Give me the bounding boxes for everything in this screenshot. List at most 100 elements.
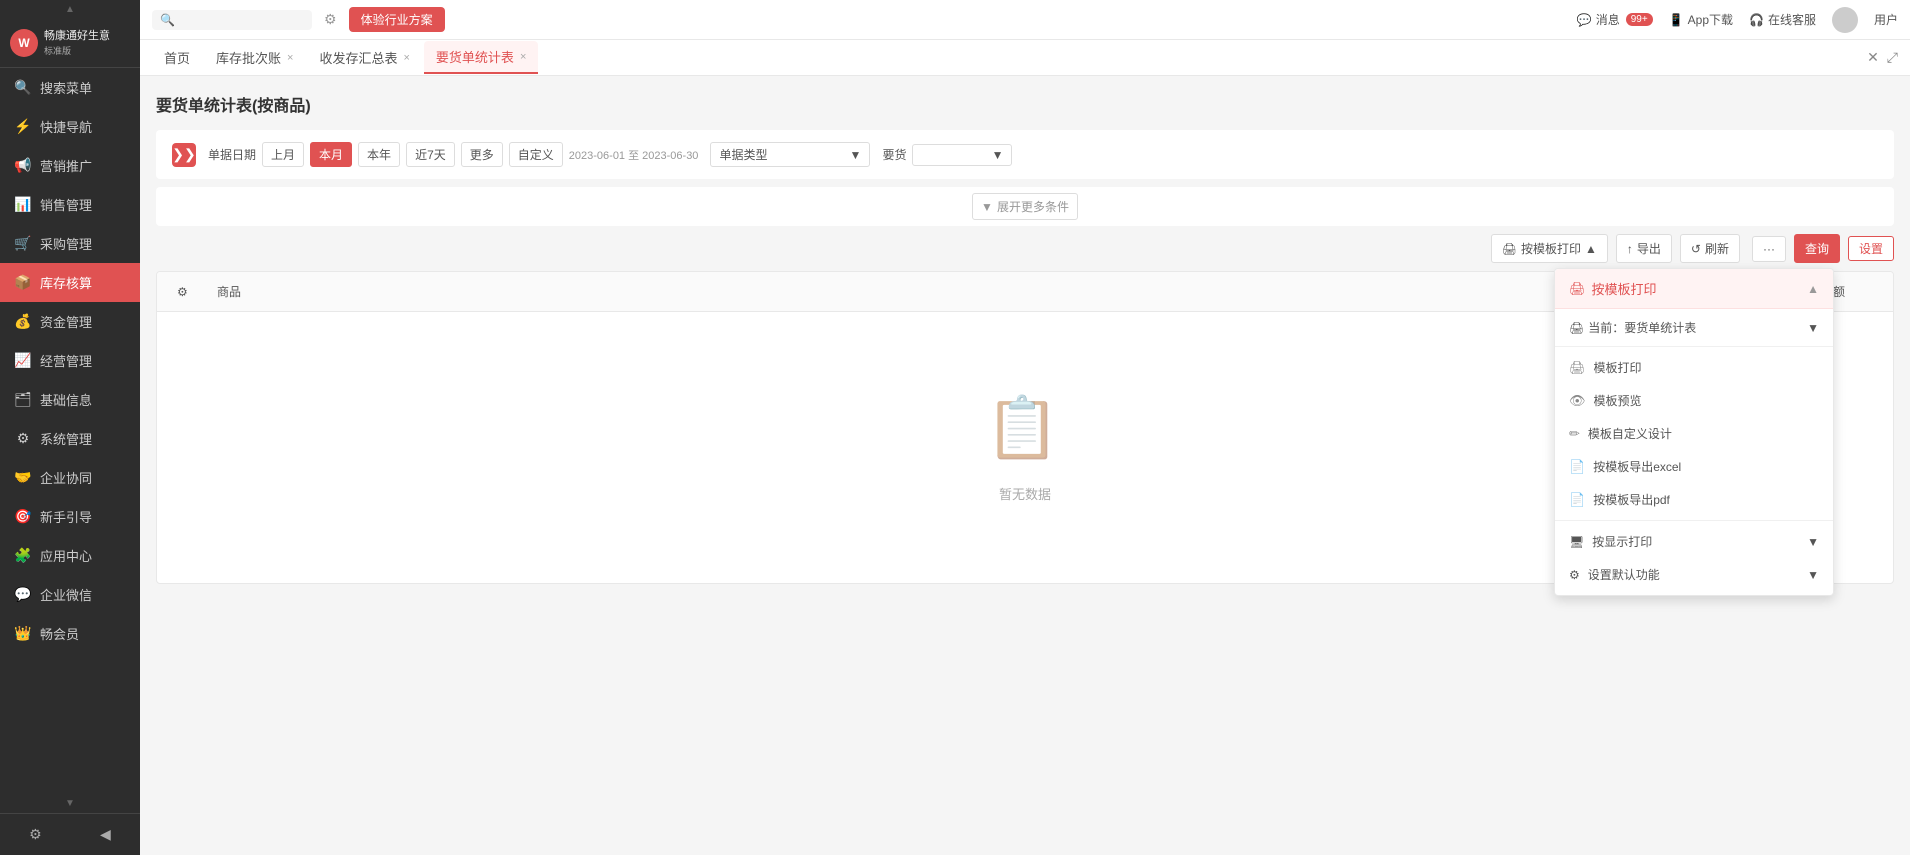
system-icon: ⚙ (14, 430, 32, 447)
dropdown-display-print[interactable]: 🖥 按显示打印 ▼ (1555, 525, 1833, 558)
sidebar-item-newcomer[interactable]: 🎯 新手引导 (0, 497, 140, 536)
more-conditions-bar: ▼ 展开更多条件 (156, 187, 1894, 226)
expand-label: 展开更多条件 (997, 198, 1069, 215)
topbar-search[interactable]: 🔍 (152, 10, 312, 30)
dropdown-set-default[interactable]: ⚙ 设置默认功能 ▼ (1555, 558, 1833, 591)
member-icon: 👑 (14, 625, 32, 642)
sidebar-item-inventory-label: 库存核算 (40, 273, 92, 292)
current-template-row[interactable]: 🖨 当前：要货单统计表 ▼ (1555, 313, 1833, 342)
sidebar-scroll-up[interactable]: ▲ (65, 2, 75, 17)
template-print-label: 模板打印 (1594, 359, 1642, 376)
date-filter-group: 单据日期 上月 本月 本年 近7天 更多 自定义 2023-06-01 至 20… (208, 142, 698, 167)
th-product: 商品 (205, 283, 1585, 300)
sidebar-item-marketing[interactable]: 📢 营销推广 (0, 146, 140, 185)
logo-icon: W (10, 29, 38, 57)
sidebar-item-appstore[interactable]: 🧩 应用中心 (0, 536, 140, 575)
tab-receipt-summary[interactable]: 收发存汇总表 × (307, 42, 421, 73)
tab-window-btns: ✕ ⤢ (1867, 49, 1898, 66)
window-expand-btn[interactable]: ⤢ (1887, 49, 1898, 66)
dropdown-title: 按模板打印 (1592, 279, 1657, 298)
sidebar-item-sales[interactable]: 📊 销售管理 (0, 185, 140, 224)
filter-expand-btn[interactable]: ❯❯ (172, 143, 196, 167)
page-title: 要货单统计表(按商品) (156, 92, 1894, 116)
app-badge: 标准版 (44, 44, 110, 57)
user-name: 用户 (1874, 11, 1898, 28)
dropdown-collapse-btn[interactable]: ▲ (1807, 282, 1819, 296)
app-download-icon: 📱 (1669, 13, 1684, 27)
sidebar-item-enterprise[interactable]: 🤝 企业协同 (0, 458, 140, 497)
tab-receipt-summary-close[interactable]: × (403, 52, 409, 64)
refresh-btn[interactable]: ↺ 刷新 (1680, 234, 1740, 263)
query-btn[interactable]: 查询 (1794, 234, 1840, 263)
date-btn-this-month[interactable]: 本月 (310, 142, 352, 167)
sidebar-item-search-label: 搜索菜单 (40, 78, 92, 97)
sidebar-item-operation[interactable]: 📈 经营管理 (0, 341, 140, 380)
type-filter-select[interactable]: 单据类型 ▼ (710, 142, 870, 167)
print-dropdown-panel: 🖨 按模板打印 ▲ 🖨 当前：要货单统计表 ▼ (1554, 268, 1834, 596)
dropdown-title-area: 🖨 按模板打印 (1569, 279, 1657, 298)
template-preview-icon: 👁 (1569, 393, 1586, 409)
date-btn-more[interactable]: 更多 (461, 142, 503, 167)
collapse-footer-btn[interactable]: ◀ (96, 822, 115, 847)
template-custom-icon: ✏ (1569, 426, 1580, 442)
export-btn[interactable]: ↑ 导出 (1616, 234, 1672, 263)
dropdown-items-section: 🖨 模板打印 👁 模板预览 ✏ 模板自定义设计 📄 按模板导出excel (1555, 347, 1833, 521)
sidebar-item-member-label: 畅会员 (40, 624, 79, 643)
date-btn-custom[interactable]: 自定义 (509, 142, 563, 167)
th-gear[interactable]: ⚙ (165, 285, 205, 299)
sidebar-item-sales-label: 销售管理 (40, 195, 92, 214)
online-service-btn[interactable]: 🎧 在线客服 (1749, 11, 1816, 28)
sidebar-item-member[interactable]: 👑 畅会员 (0, 614, 140, 653)
sidebar-item-inventory[interactable]: 📦 库存核算 (0, 263, 140, 302)
dropdown-header: 🖨 按模板打印 ▲ (1555, 269, 1833, 309)
expand-more-btn[interactable]: ▼ 展开更多条件 (972, 193, 1078, 220)
sidebar-item-finance[interactable]: 💰 资金管理 (0, 302, 140, 341)
user-avatar[interactable] (1832, 7, 1858, 33)
set-default-chevron: ▼ (1807, 568, 1819, 582)
tab-order-stats[interactable]: 要货单统计表 × (424, 41, 538, 74)
sidebar-item-quick-nav[interactable]: ⚡ 快捷导航 (0, 107, 140, 146)
main-area: 🔍 ⚙ 体验行业方案 💬 消息 99+ 📱 App下载 🎧 在线客服 用户 (140, 0, 1910, 855)
window-close-btn[interactable]: ✕ (1867, 49, 1879, 66)
order-category-filter: 要货 ▼ (882, 144, 1012, 166)
sidebar-item-system[interactable]: ⚙ 系统管理 (0, 419, 140, 458)
tab-order-stats-close[interactable]: × (520, 51, 526, 63)
date-btn-7days[interactable]: 近7天 (406, 142, 455, 167)
topbar-gear-btn[interactable]: ⚙ (324, 11, 337, 28)
print-template-btn[interactable]: 🖨 按模板打印 ▲ (1491, 234, 1608, 263)
dropdown-item-export-excel[interactable]: 📄 按模板导出excel (1555, 450, 1833, 483)
headset-icon: 🎧 (1749, 13, 1764, 27)
dropdown-item-template-custom[interactable]: ✏ 模板自定义设计 (1555, 417, 1833, 450)
settings-footer-btn[interactable]: ⚙ (25, 822, 46, 847)
settings-btn[interactable]: 设置 (1848, 236, 1894, 261)
dropdown-item-export-pdf[interactable]: 📄 按模板导出pdf (1555, 483, 1833, 516)
sidebar-item-wechat[interactable]: 💬 企业微信 (0, 575, 140, 614)
display-print-chevron: ▼ (1807, 535, 1819, 549)
app-download-btn[interactable]: 📱 App下载 (1669, 11, 1733, 28)
tab-batch-account[interactable]: 库存批次账 × (204, 42, 305, 73)
more-actions-btn[interactable]: ··· (1752, 236, 1786, 262)
sidebar-item-search[interactable]: 🔍 搜索菜单 (0, 68, 140, 107)
sidebar-scroll-down[interactable]: ▼ (65, 796, 75, 811)
tab-home[interactable]: 首页 (152, 42, 202, 73)
date-btn-last-month[interactable]: 上月 (262, 142, 304, 167)
sidebar-item-purchase[interactable]: 🛒 采购管理 (0, 224, 140, 263)
sidebar: ▲ W 畅康通好生意 标准版 🔍 搜索菜单 ⚡ 快捷导航 📢 营销推广 📊 销售… (0, 0, 140, 855)
tabs-bar: 首页 库存批次账 × 收发存汇总表 × 要货单统计表 × ✕ ⤢ (140, 40, 1910, 76)
order-category-label: 要货 (882, 146, 906, 163)
sidebar-item-basic[interactable]: 🗂 基础信息 (0, 380, 140, 419)
tab-home-label: 首页 (164, 48, 190, 67)
date-btn-this-year[interactable]: 本年 (358, 142, 400, 167)
sidebar-footer: ⚙ ◀ (0, 813, 140, 855)
dropdown-item-template-print[interactable]: 🖨 模板打印 (1555, 351, 1833, 384)
sidebar-item-purchase-label: 采购管理 (40, 234, 92, 253)
dropdown-item-template-preview[interactable]: 👁 模板预览 (1555, 384, 1833, 417)
message-btn[interactable]: 💬 消息 99+ (1577, 11, 1653, 28)
experience-btn[interactable]: 体验行业方案 (349, 7, 445, 32)
order-category-select[interactable]: ▼ (912, 144, 1012, 166)
current-template-chevron: ▼ (1807, 321, 1819, 335)
sidebar-item-newcomer-label: 新手引导 (40, 507, 92, 526)
export-icon: ↑ (1627, 242, 1633, 256)
template-custom-label: 模板自定义设计 (1588, 425, 1672, 442)
tab-batch-account-close[interactable]: × (287, 52, 293, 64)
